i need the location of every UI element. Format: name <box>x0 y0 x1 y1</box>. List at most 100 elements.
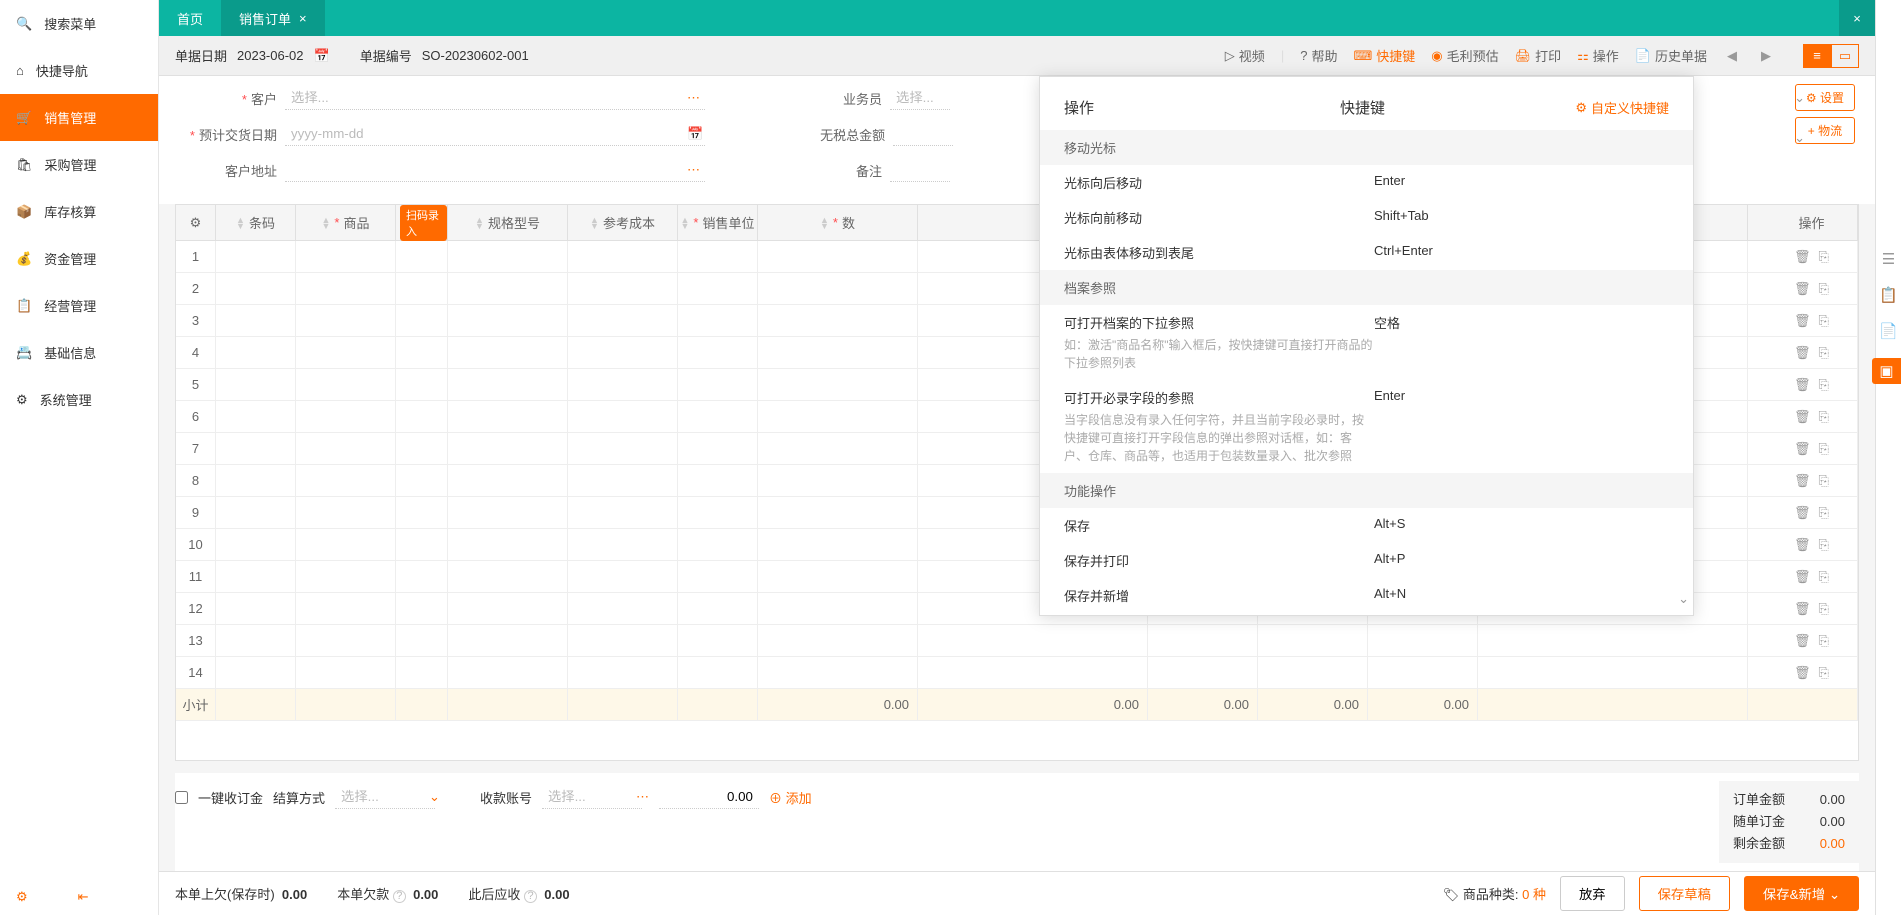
addr-input[interactable] <box>285 158 705 182</box>
save-new-button[interactable]: 保存&新增 ⌄ <box>1744 876 1859 911</box>
copy-icon[interactable]: ⎘ <box>1819 665 1829 681</box>
sidebar-item-purchase[interactable]: 🛍采购管理 <box>0 141 158 188</box>
method-input[interactable] <box>335 785 435 809</box>
delete-icon[interactable]: 🗑 <box>1794 569 1811 585</box>
th-scan[interactable]: 扫码录入 <box>396 205 448 240</box>
search-menu[interactable]: 🔍搜索菜单 <box>0 0 158 47</box>
tab-home[interactable]: 首页 <box>159 0 221 36</box>
th-cost[interactable]: ▲▼参考成本 <box>568 205 678 240</box>
copy-icon[interactable]: ⎘ <box>1819 441 1829 457</box>
copy-icon[interactable]: ⎘ <box>1819 281 1829 297</box>
settle-amount-input[interactable] <box>659 785 759 809</box>
account-label: 收款账号 <box>480 788 532 807</box>
gross-link[interactable]: ◉毛利预估 <box>1431 46 1498 65</box>
delete-icon[interactable]: 🗑 <box>1794 313 1811 329</box>
th-qty[interactable]: ▲▼*数 <box>758 205 918 240</box>
add-settlement-link[interactable]: ⊕ 添加 <box>769 788 812 807</box>
sidebar-item-finance[interactable]: 💰资金管理 <box>0 235 158 282</box>
calendar-icon[interactable]: 📅 <box>687 126 703 142</box>
delete-icon[interactable]: 🗑 <box>1794 345 1811 361</box>
tab-bar: 首页 销售订单× × <box>159 0 1875 36</box>
calendar-icon[interactable]: 📅 <box>314 48 330 64</box>
copy-icon[interactable]: ⎘ <box>1819 377 1829 393</box>
th-unit[interactable]: ▲▼*销售单位 <box>678 205 758 240</box>
ops-link[interactable]: ⚏操作 <box>1577 46 1619 65</box>
copy-icon[interactable]: ⎘ <box>1819 313 1829 329</box>
copy-icon[interactable]: ⎘ <box>1819 633 1829 649</box>
discard-button[interactable]: 放弃 <box>1560 876 1625 911</box>
help-link[interactable]: ?帮助 <box>1300 46 1337 65</box>
table-row[interactable]: 14🗑⎘ <box>176 657 1858 689</box>
delete-icon[interactable]: 🗑 <box>1794 505 1811 521</box>
prev-icon[interactable]: ◀ <box>1723 48 1741 64</box>
rail-icon-active[interactable]: ▣ <box>1872 358 1901 384</box>
delete-icon[interactable]: 🗑 <box>1794 249 1811 265</box>
chevron-down-icon[interactable]: ⌄ <box>1678 591 1689 607</box>
delete-icon[interactable]: 🗑 <box>1794 441 1811 457</box>
video-link[interactable]: ▷视频 <box>1225 46 1265 65</box>
th-gear[interactable]: ⚙ <box>176 205 216 240</box>
chevron-down-icon[interactable]: ⌄ <box>1794 90 1805 106</box>
chevron-down-icon[interactable]: ⌄ <box>429 789 440 805</box>
next-icon[interactable]: ▶ <box>1757 48 1775 64</box>
sidebar-item-business[interactable]: 📋经营管理 <box>0 282 158 329</box>
close-all-tabs[interactable]: × <box>1839 0 1875 36</box>
shortcut-link[interactable]: ⌨快捷键 <box>1353 46 1415 65</box>
history-link[interactable]: 📄历史单据 <box>1635 46 1707 65</box>
copy-icon[interactable]: ⎘ <box>1819 601 1829 617</box>
help-icon[interactable]: ? <box>393 890 406 903</box>
settings-icon[interactable]: ⚙ <box>16 889 28 905</box>
save-draft-button[interactable]: 保存草稿 <box>1639 876 1730 911</box>
sidebar-item-quicknav[interactable]: ⌂快捷导航 <box>0 47 158 94</box>
sidebar-item-system[interactable]: ⚙系统管理 <box>0 376 158 423</box>
one-click-deposit-checkbox[interactable] <box>175 791 188 804</box>
doc-date-value[interactable]: 2023-06-02 <box>237 48 304 63</box>
delete-icon[interactable]: 🗑 <box>1794 633 1811 649</box>
rail-icon[interactable]: 📋 <box>1879 286 1898 304</box>
customer-input[interactable] <box>285 86 705 110</box>
print-link[interactable]: 🖨打印 <box>1515 46 1562 65</box>
sidebar-item-sales[interactable]: 🛒销售管理 <box>0 94 158 141</box>
sidebar-item-inventory[interactable]: 📦库存核算 <box>0 188 158 235</box>
table-row[interactable]: 13🗑⎘ <box>176 625 1858 657</box>
tab-sales-order[interactable]: 销售订单× <box>221 0 325 36</box>
help-icon[interactable]: ? <box>524 890 537 903</box>
copy-icon[interactable]: ⎘ <box>1819 345 1829 361</box>
rail-icon[interactable]: ☰ <box>1882 250 1895 268</box>
delete-icon[interactable]: 🗑 <box>1794 409 1811 425</box>
view-grid-icon[interactable]: ▭ <box>1831 44 1859 68</box>
view-list-icon[interactable]: ≡ <box>1803 44 1831 68</box>
popup-section: 档案参照 <box>1040 270 1693 305</box>
more-icon[interactable]: ⋯ <box>687 90 700 106</box>
taxfree-input[interactable] <box>893 122 953 146</box>
custom-shortcut-link[interactable]: ⚙自定义快捷键 <box>1575 97 1669 118</box>
rail-icon[interactable]: 📄 <box>1879 322 1898 340</box>
delete-icon[interactable]: 🗑 <box>1794 377 1811 393</box>
copy-icon[interactable]: ⎘ <box>1819 537 1829 553</box>
copy-icon[interactable]: ⎘ <box>1819 569 1829 585</box>
th-spec[interactable]: ▲▼规格型号 <box>448 205 568 240</box>
copy-icon[interactable]: ⎘ <box>1819 409 1829 425</box>
copy-icon[interactable]: ⎘ <box>1819 473 1829 489</box>
more-icon[interactable]: ⋯ <box>636 789 649 805</box>
th-product[interactable]: ▲▼*商品 <box>296 205 396 240</box>
copy-icon[interactable]: ⎘ <box>1819 249 1829 265</box>
th-barcode[interactable]: ▲▼条码 <box>216 205 296 240</box>
collapse-icon[interactable]: ⇤ <box>78 889 89 905</box>
remark-input[interactable] <box>890 158 950 182</box>
more-icon[interactable]: ⋯ <box>687 162 700 178</box>
delete-icon[interactable]: 🗑 <box>1794 601 1811 617</box>
delete-icon[interactable]: 🗑 <box>1794 473 1811 489</box>
sidebar-item-basic[interactable]: 📇基础信息 <box>0 329 158 376</box>
delete-icon[interactable]: 🗑 <box>1794 665 1811 681</box>
expect-date-input[interactable] <box>285 122 705 146</box>
delete-icon[interactable]: 🗑 <box>1794 281 1811 297</box>
close-icon[interactable]: × <box>299 11 307 26</box>
tag-icon: 🏷 <box>1443 887 1460 902</box>
account-input[interactable] <box>542 785 642 809</box>
chevron-down-icon[interactable]: ⌄ <box>1794 130 1805 146</box>
th-op: 操作 <box>1766 205 1858 240</box>
copy-icon[interactable]: ⎘ <box>1819 505 1829 521</box>
delete-icon[interactable]: 🗑 <box>1794 537 1811 553</box>
sales-input[interactable] <box>890 86 950 110</box>
